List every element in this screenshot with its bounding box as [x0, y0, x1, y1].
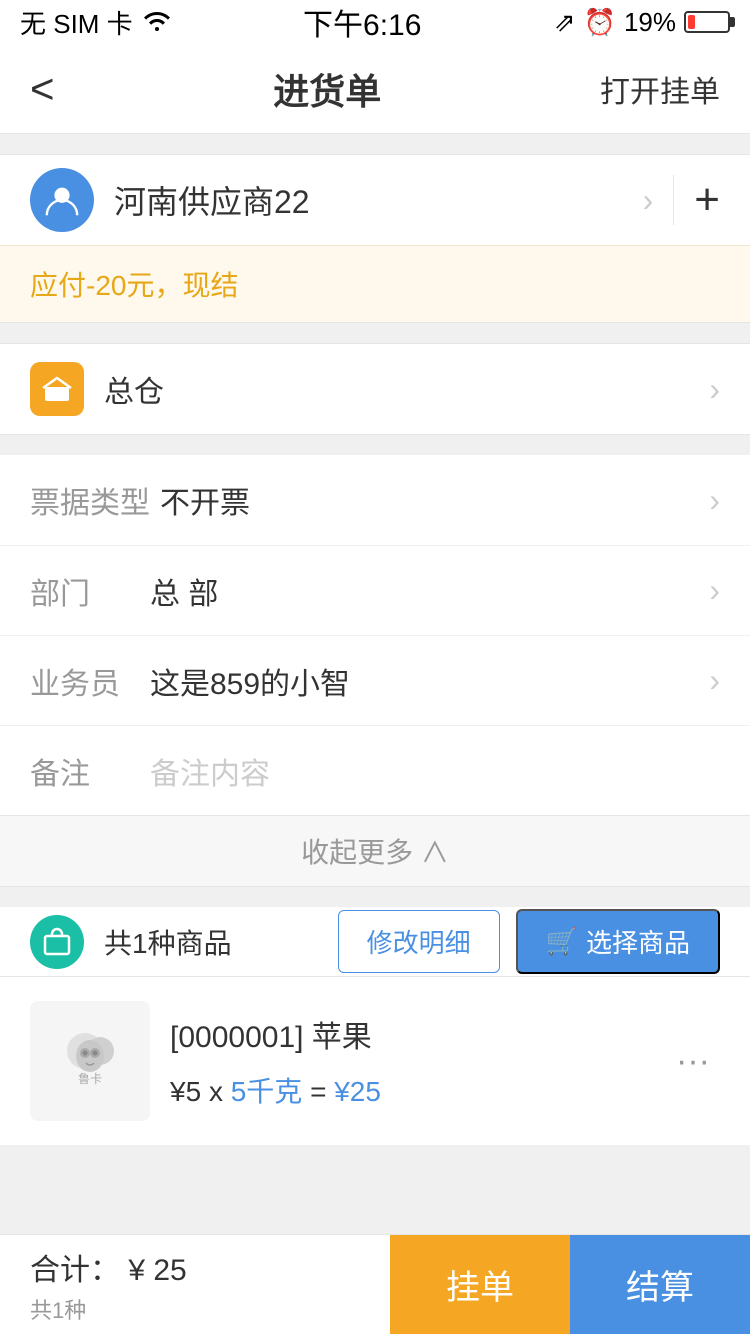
select-product-button[interactable]: 🛒 选择商品: [516, 909, 720, 974]
salesperson-chevron-icon: ›: [709, 662, 720, 699]
salesperson-value: 这是859的小智: [150, 659, 709, 703]
product-price: ¥5 x 5千克 = ¥25: [170, 1070, 666, 1110]
svg-text:鲁卡: 鲁卡: [78, 1072, 102, 1086]
nav-bar: < 进货单 打开挂单: [0, 44, 750, 134]
invoice-type-value: 不开票: [160, 478, 709, 522]
product-name: [0000001] 苹果: [170, 1012, 666, 1056]
supplier-chevron-icon: ›: [643, 182, 654, 219]
wifi-icon: [143, 7, 171, 38]
price-total: ¥25: [334, 1076, 381, 1107]
invoice-type-label: 票据类型: [30, 478, 150, 522]
warehouse-icon: [30, 362, 84, 416]
invoice-type-row[interactable]: 票据类型 不开票 ›: [0, 455, 750, 545]
warehouse-name: 总仓: [104, 367, 709, 411]
product-info: [0000001] 苹果 ¥5 x 5千克 = ¥25: [170, 1012, 666, 1110]
supplier-avatar: [30, 168, 94, 232]
dept-value: 总 部: [150, 569, 709, 613]
price-unit: ¥5: [170, 1076, 201, 1107]
hang-button[interactable]: 挂单: [390, 1235, 570, 1334]
supplier-row[interactable]: 河南供应商22 › +: [0, 155, 750, 245]
page-title: 进货单: [273, 63, 381, 115]
gap-2: [0, 323, 750, 343]
settle-button[interactable]: 结算: [570, 1235, 750, 1334]
status-right: ⇗ ⏰ 19%: [554, 7, 730, 38]
select-icon: 🛒: [546, 926, 578, 957]
footer-total: 合计： ¥ 25 共1种: [0, 1245, 390, 1325]
footer-total-main: 合计： ¥ 25: [30, 1245, 360, 1289]
carrier-text: 无 SIM 卡: [20, 4, 133, 41]
salesperson-label: 业务员: [30, 659, 140, 703]
warehouse-section: 总仓 ›: [0, 343, 750, 435]
battery-text: 19%: [624, 7, 676, 38]
dept-label: 部门: [30, 569, 140, 613]
divider: [673, 175, 674, 225]
status-left: 无 SIM 卡: [20, 4, 171, 41]
product-card: 鲁卡 [0000001] 苹果 ¥5 x 5千克 = ¥25: [0, 977, 750, 1146]
status-time: 下午6:16: [303, 0, 421, 44]
footer: 合计： ¥ 25 共1种 挂单 结算: [0, 1234, 750, 1334]
status-bar: 无 SIM 卡 下午6:16 ⇗ ⏰ 19%: [0, 0, 750, 44]
gap-1: [0, 134, 750, 154]
product-header: 共1种商品 修改明细 🛒 选择商品: [0, 887, 750, 977]
form-section: 票据类型 不开票 › 部门 总 部 › 业务员 这是859的小智 › 备注 备注…: [0, 455, 750, 815]
total-amount: ¥ 25: [128, 1254, 186, 1287]
salesperson-row[interactable]: 业务员 这是859的小智 ›: [0, 635, 750, 725]
add-supplier-button[interactable]: +: [694, 175, 720, 225]
battery-icon: [684, 11, 730, 33]
dept-chevron-icon: ›: [709, 572, 720, 609]
product-thumbnail: 鲁卡: [30, 1001, 150, 1121]
product-icon: [30, 915, 84, 969]
remark-input[interactable]: 备注内容: [150, 749, 720, 793]
price-x: x: [209, 1076, 223, 1107]
alarm-icon: ⏰: [584, 7, 616, 38]
footer-total-sub: 共1种: [30, 1293, 360, 1325]
back-button[interactable]: <: [30, 65, 55, 113]
dept-row[interactable]: 部门 总 部 ›: [0, 545, 750, 635]
supplier-name: 河南供应商22: [114, 177, 643, 223]
collapse-toggle[interactable]: 收起更多 ∧: [0, 815, 750, 887]
price-qty: 5千克: [231, 1076, 303, 1107]
content-area: 河南供应商22 › + 应付-20元，现结 总仓 › 票据类型 不开票: [0, 134, 750, 1246]
edit-detail-button[interactable]: 修改明细: [338, 910, 500, 973]
total-label: 合计：: [30, 1254, 120, 1287]
gap-3: [0, 435, 750, 455]
notice-bar: 应付-20元，现结: [0, 245, 750, 322]
supplier-section: 河南供应商22 › + 应付-20元，现结: [0, 154, 750, 323]
select-label: 选择商品: [586, 923, 690, 960]
invoice-chevron-icon: ›: [709, 482, 720, 519]
price-equals: =: [310, 1076, 326, 1107]
location-icon: ⇗: [554, 7, 576, 38]
notice-text: 应付-20元，现结: [30, 270, 238, 301]
open-hang-button[interactable]: 打开挂单: [600, 67, 720, 111]
product-count: 共1种商品: [104, 922, 338, 962]
remark-row[interactable]: 备注 备注内容: [0, 725, 750, 815]
remark-label: 备注: [30, 749, 140, 793]
collapse-label: 收起更多 ∧: [301, 831, 449, 871]
product-more-button[interactable]: ···: [666, 1032, 720, 1091]
warehouse-row[interactable]: 总仓 ›: [0, 344, 750, 434]
warehouse-chevron-icon: ›: [709, 371, 720, 408]
